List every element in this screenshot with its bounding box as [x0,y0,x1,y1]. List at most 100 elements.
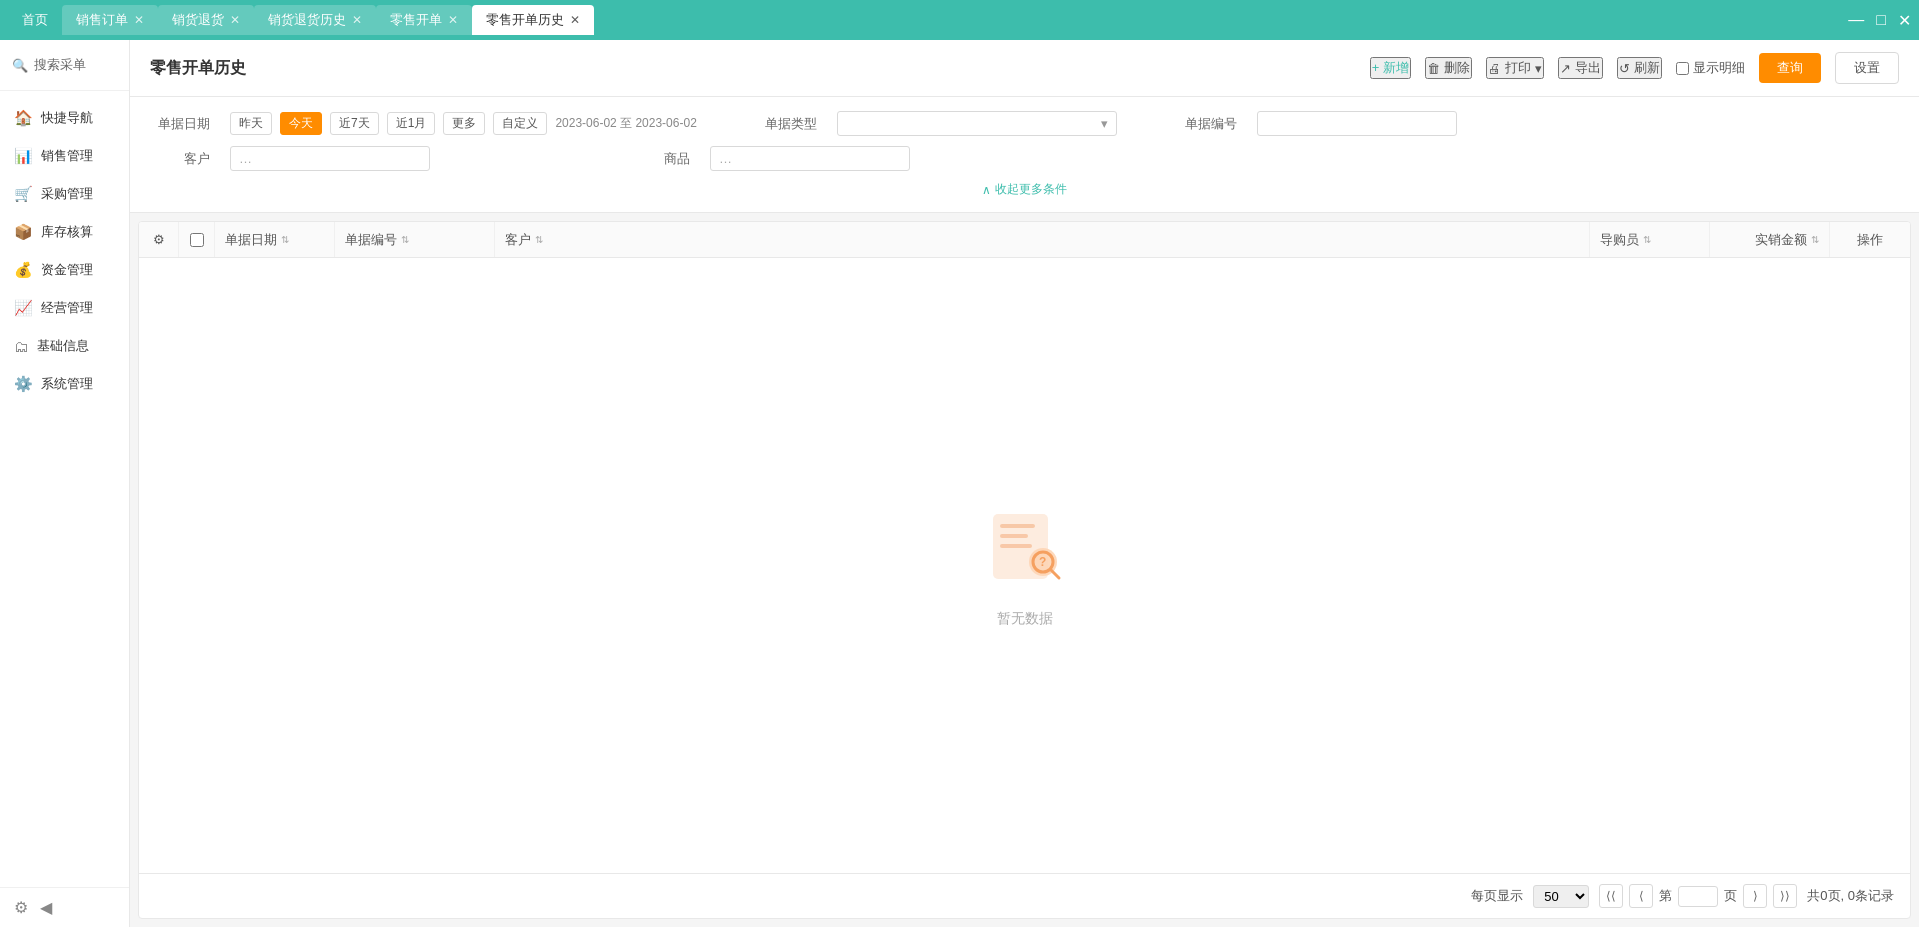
tab-sales-return[interactable]: 销货退货 ✕ [158,5,254,35]
table-section: ⚙ 单据日期 ⇅ 单据编号 ⇅ 客户 ⇅ 导购员 [138,221,1911,919]
sidebar-item-purchase-mgmt[interactable]: 🛒 采购管理 [0,175,129,213]
tab-sales-order[interactable]: 销售订单 ✕ [62,5,158,35]
page-input[interactable]: 1 [1678,886,1718,907]
sidebar-footer: ⚙ ◀ [0,887,129,927]
sys-icon: ⚙️ [14,375,33,393]
setting-button[interactable]: 设置 [1835,52,1899,84]
print-button[interactable]: 🖨 打印 ▾ [1486,57,1544,79]
goods-select[interactable]: … [710,146,910,171]
display-detail-toggle[interactable]: 显示明细 [1676,59,1745,77]
filter-row-1: 单据日期 昨天 今天 近7天 近1月 更多 自定义 2023-06-02 至 2… [150,111,1899,136]
type-dropdown[interactable]: ▾ [837,111,1117,136]
sidebar-item-inventory-label: 库存核算 [41,223,93,241]
sidebar-item-quick-nav[interactable]: 🏠 快捷导航 [0,99,129,137]
tab-sales-return-history-label: 销货退货历史 [268,11,346,29]
th-settings[interactable]: ⚙ [139,222,179,257]
total-text: 共0页, 0条记录 [1807,887,1894,905]
empty-text: 暂无数据 [997,610,1053,628]
more-btn[interactable]: 更多 [443,112,485,135]
sidebar-item-sales-mgmt[interactable]: 📊 销售管理 [0,137,129,175]
main-layout: 🔍 搜索采单 🏠 快捷导航 📊 销售管理 🛒 采购管理 📦 库存核算 [0,40,1919,927]
sidebar-item-finance-label: 资金管理 [41,261,93,279]
display-detail-checkbox[interactable] [1676,62,1689,75]
th-action: 操作 [1830,222,1910,257]
th-customer[interactable]: 客户 ⇅ [495,222,1590,257]
pagination: 每页显示 50 10 20 100 ⟨⟨ ⟨ 第 1 页 ⟩ ⟩⟩ 共0页, 0… [139,873,1910,918]
query-button[interactable]: 查询 [1759,53,1821,83]
tab-retail-history-label: 零售开单历史 [486,11,564,29]
table-header: ⚙ 单据日期 ⇅ 单据编号 ⇅ 客户 ⇅ 导购员 [139,222,1910,258]
settings-col-icon: ⚙ [153,232,165,247]
refresh-button[interactable]: ↺ 刷新 [1617,57,1662,79]
tab-home[interactable]: 首页 [8,5,62,35]
close-window-icon[interactable]: ✕ [1898,11,1911,30]
customer-sort-icon: ⇅ [535,234,543,245]
print-label: 打印 [1505,59,1531,77]
search-icon: 🔍 [12,58,28,73]
tab-retail-open[interactable]: 零售开单 ✕ [376,5,472,35]
last7-btn[interactable]: 近7天 [330,112,379,135]
print-chevron-icon: ▾ [1535,61,1542,76]
sidebar-item-inventory[interactable]: 📦 库存核算 [0,213,129,251]
export-button[interactable]: ↗ 导出 [1558,57,1603,79]
sidebar-nav: 🏠 快捷导航 📊 销售管理 🛒 采购管理 📦 库存核算 💰 资金管理 📈 [0,91,129,887]
close-retail-history-icon[interactable]: ✕ [570,13,580,27]
page-size-select[interactable]: 50 10 20 100 [1533,885,1589,908]
th-date[interactable]: 单据日期 ⇅ [215,222,335,257]
th-checkbox[interactable] [179,222,215,257]
next-page-btn[interactable]: ⟩ [1743,884,1767,908]
first-page-btn[interactable]: ⟨⟨ [1599,884,1623,908]
sidebar-item-ops-mgmt[interactable]: 📈 经营管理 [0,289,129,327]
today-btn[interactable]: 今天 [280,112,322,135]
tab-sales-return-history[interactable]: 销货退货历史 ✕ [254,5,376,35]
date-sort-icon: ⇅ [281,234,289,245]
th-action-label: 操作 [1857,231,1883,249]
goods-label: 商品 [630,150,690,168]
close-sales-order-icon[interactable]: ✕ [134,13,144,27]
filter-date-group: 昨天 今天 近7天 近1月 更多 自定义 2023-06-02 至 2023-0… [230,112,697,135]
th-amount-label: 实销金额 [1755,231,1807,249]
settings-footer-icon[interactable]: ⚙ [14,898,28,917]
th-date-label: 单据日期 [225,231,277,249]
maximize-icon[interactable]: □ [1876,11,1886,30]
customer-select[interactable]: … [230,146,430,171]
page-header: 零售开单历史 + 新增 🗑 删除 🖨 打印 ▾ ↗ 导出 ↺ [130,40,1919,97]
refresh-label: 刷新 [1634,59,1660,77]
tab-retail-history[interactable]: 零售开单历史 ✕ [472,5,594,35]
sidebar: 🔍 搜索采单 🏠 快捷导航 📊 销售管理 🛒 采购管理 📦 库存核算 [0,40,130,927]
close-sales-return-icon[interactable]: ✕ [230,13,240,27]
th-guide[interactable]: 导购员 ⇅ [1590,222,1710,257]
sidebar-search[interactable]: 🔍 搜索采单 [0,50,129,80]
delete-button[interactable]: 🗑 删除 [1425,57,1472,79]
yesterday-btn[interactable]: 昨天 [230,112,272,135]
filter-row-2: 客户 … 商品 … [150,146,1899,171]
date-range-text: 2023-06-02 至 2023-06-02 [555,115,696,132]
custom-btn[interactable]: 自定义 [493,112,547,135]
collapse-filter-btn[interactable]: ∧ 收起更多条件 [150,181,1899,198]
add-button[interactable]: + 新增 [1370,57,1411,79]
select-all-checkbox[interactable] [190,233,204,247]
minimize-icon[interactable]: — [1848,11,1864,30]
collapse-sidebar-icon[interactable]: ◀ [40,898,52,917]
last-page-btn[interactable]: ⟩⟩ [1773,884,1797,908]
sidebar-item-base-info-label: 基础信息 [37,337,89,355]
sidebar-item-base-info[interactable]: 🗂 基础信息 [0,327,129,365]
date-label: 单据日期 [150,115,210,133]
close-sales-return-history-icon[interactable]: ✕ [352,13,362,27]
prev-page-btn[interactable]: ⟨ [1629,884,1653,908]
display-detail-label: 显示明细 [1693,59,1745,77]
page-label: 第 [1659,887,1672,905]
sidebar-item-sys-mgmt[interactable]: ⚙️ 系统管理 [0,365,129,403]
collapse-filter-label: 收起更多条件 [995,181,1067,198]
export-icon: ↗ [1560,61,1571,76]
order-no-input[interactable] [1257,111,1457,136]
th-customer-label: 客户 [505,231,531,249]
sales-icon: 📊 [14,147,33,165]
close-retail-open-icon[interactable]: ✕ [448,13,458,27]
page-title: 零售开单历史 [150,58,246,79]
th-amount[interactable]: 实销金额 ⇅ [1710,222,1830,257]
last-month-btn[interactable]: 近1月 [387,112,436,135]
sidebar-item-finance[interactable]: 💰 资金管理 [0,251,129,289]
sidebar-item-sales-mgmt-label: 销售管理 [41,147,93,165]
th-order-no[interactable]: 单据编号 ⇅ [335,222,495,257]
